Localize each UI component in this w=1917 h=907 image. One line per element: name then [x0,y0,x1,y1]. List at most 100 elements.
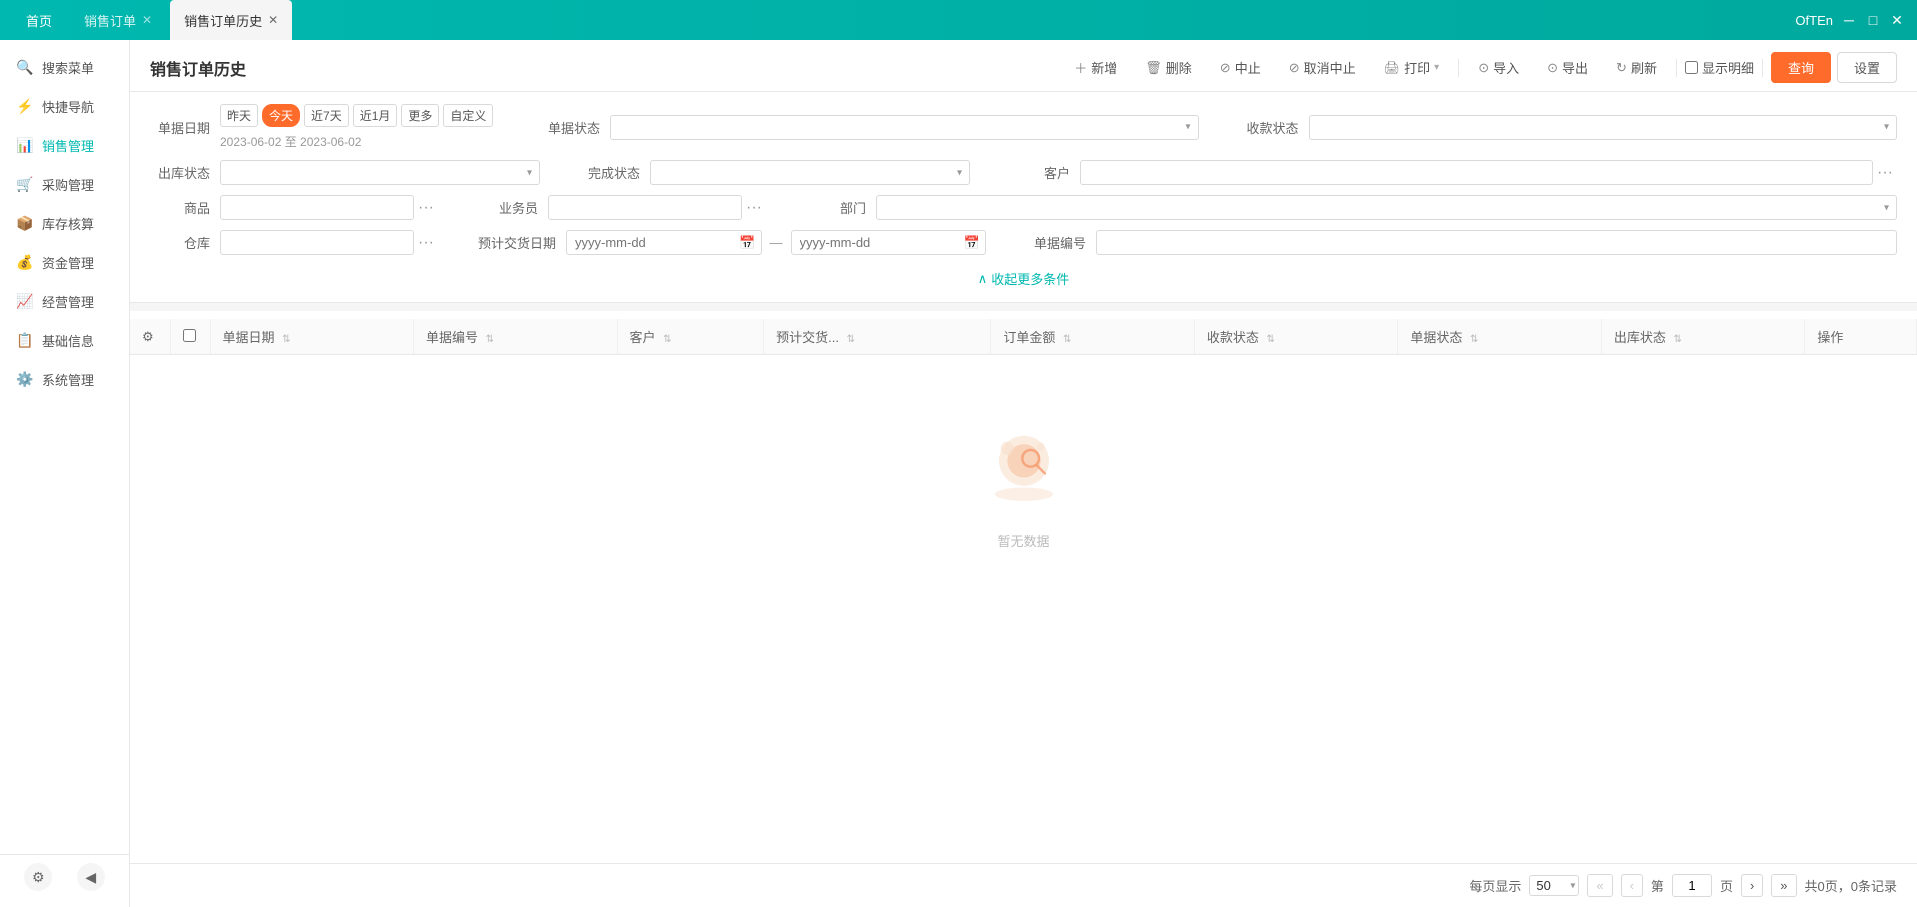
warehouse-dots-btn[interactable]: ··· [414,234,438,252]
tab-sales-order-label: 销售订单 [84,11,136,30]
page-size-select[interactable]: 50 10 20 100 [1529,875,1579,896]
col-operation: 操作 [1805,319,1917,355]
close-button[interactable]: ✕ [1889,12,1905,28]
stop-icon: ⊘ [1220,60,1231,76]
sidebar: 🔍 搜索菜单 ⚡ 快捷导航 📊 销售管理 🛒 采购管理 📦 库存核算 💰 资金管… [0,40,130,907]
data-table: ⚙ 单据日期 ⇅ 单据编号 ⇅ 客户 [130,319,1917,355]
col-order-status-label: 单据状态 [1410,330,1462,345]
query-button[interactable]: 查询 [1771,52,1831,83]
toolbar-divider-3 [1762,59,1763,77]
print-arrow: ▾ [1434,62,1439,73]
col-customer-label: 客户 [630,330,656,345]
quick-nav-icon: ⚡ [16,98,34,116]
collapse-label: 收起更多条件 [991,269,1069,288]
sort-expected-delivery-icon: ⇅ [847,334,855,345]
import-icon: ⊙ [1478,60,1489,76]
col-checkbox[interactable] [170,319,210,355]
sidebar-item-quick-nav[interactable]: ⚡ 快捷导航 [0,87,129,126]
col-order-no[interactable]: 单据编号 ⇅ [414,319,618,355]
col-payment-status[interactable]: 收款状态 ⇅ [1194,319,1398,355]
display-detail-checkbox[interactable] [1685,61,1698,74]
sidebar-item-purchase-label: 采购管理 [42,175,94,194]
department-select[interactable] [876,195,1897,220]
toolbar-divider-2 [1676,59,1677,77]
sidebar-item-quick-nav-label: 快捷导航 [42,97,94,116]
order-status-select[interactable] [610,115,1199,140]
customer-input[interactable] [1080,160,1873,185]
sidebar-settings-btn[interactable]: ⚙ [24,863,52,891]
sidebar-item-sales[interactable]: 📊 销售管理 [0,126,129,165]
min-button[interactable]: ─ [1841,12,1857,28]
print-button[interactable]: 🖨 打印 ▾ [1373,53,1451,82]
tab-home[interactable]: 首页 [12,0,66,40]
delete-button[interactable]: 🗑 删除 [1134,53,1203,82]
delivery-date-to[interactable] [791,230,987,255]
sidebar-item-inventory[interactable]: 📦 库存核算 [0,204,129,243]
sidebar-item-operation[interactable]: 📈 经营管理 [0,282,129,321]
date-filter-label: 单据日期 [150,118,220,137]
col-amount[interactable]: 订单金额 ⇅ [991,319,1195,355]
date-yesterday-btn[interactable]: 昨天 [220,104,258,127]
sort-payment-status-icon: ⇅ [1266,334,1274,345]
tab-sales-order[interactable]: 销售订单 ✕ [70,0,166,40]
export-button[interactable]: ⊙ 导出 [1536,53,1599,82]
display-detail-check[interactable]: 显示明细 [1685,58,1754,77]
col-outbound-status[interactable]: 出库状态 ⇅ [1601,319,1805,355]
last-page-btn[interactable]: » [1771,874,1796,897]
sidebar-collapse-btn[interactable]: ◀ [77,863,105,891]
delivery-date-from[interactable] [566,230,762,255]
tab-sales-order-history[interactable]: 销售订单历史 ✕ [170,0,292,40]
tab-sales-order-history-close[interactable]: ✕ [268,13,278,27]
sidebar-search[interactable]: 🔍 搜索菜单 [0,48,129,87]
sidebar-item-system[interactable]: ⚙️ 系统管理 [0,360,129,399]
stop-button[interactable]: ⊘ 中止 [1209,53,1272,82]
payment-status-select[interactable] [1309,115,1898,140]
import-button[interactable]: ⊙ 导入 [1467,53,1530,82]
max-button[interactable]: □ [1865,12,1881,28]
total-text: 共0页，0条记录 [1805,876,1897,895]
date-today-btn[interactable]: 今天 [262,104,300,127]
tab-sales-order-close[interactable]: ✕ [142,13,152,27]
customer-dots-btn[interactable]: ··· [1873,164,1897,182]
finance-icon: 💰 [16,254,34,272]
collapse-row[interactable]: ∧ 收起更多条件 [150,265,1897,290]
refresh-button[interactable]: ↻ 刷新 [1605,53,1668,82]
sidebar-item-basic[interactable]: 📋 基础信息 [0,321,129,360]
col-expected-delivery[interactable]: 预计交货... ⇅ [764,319,991,355]
next-page-btn[interactable]: › [1741,874,1763,897]
filter-row-3: 商品 ··· 业务员 ··· 部门 ▾ [150,195,1897,220]
col-order-status[interactable]: 单据状态 ⇅ [1398,319,1602,355]
date-7days-btn[interactable]: 近7天 [304,104,349,127]
sidebar-item-purchase[interactable]: 🛒 采购管理 [0,165,129,204]
prev-page-btn[interactable]: ‹ [1621,874,1643,897]
page-label: 第 [1651,876,1664,895]
date-1month-btn[interactable]: 近1月 [353,104,398,127]
select-all-checkbox[interactable] [183,329,196,342]
col-expected-delivery-label: 预计交货... [776,330,839,345]
date-separator: — [766,235,787,250]
order-no-input[interactable] [1096,230,1897,255]
warehouse-input[interactable] [220,230,414,255]
outbound-status-select[interactable] [220,160,540,185]
first-page-btn[interactable]: « [1587,874,1612,897]
date-more-btn[interactable]: 更多 [401,104,439,127]
col-customer[interactable]: 客户 ⇅ [617,319,764,355]
export-icon: ⊙ [1547,60,1558,76]
cancel-stop-button[interactable]: ⊘ 取消中止 [1278,53,1367,82]
sidebar-bottom: ⚙ ◀ [0,854,129,899]
product-dots-btn[interactable]: ··· [414,199,438,217]
setting-button[interactable]: 设置 [1837,52,1897,83]
page-input[interactable] [1672,874,1712,897]
sidebar-item-finance[interactable]: 💰 资金管理 [0,243,129,282]
date-custom-btn[interactable]: 自定义 [443,104,493,127]
col-settings[interactable]: ⚙ [130,319,170,355]
complete-status-select[interactable] [650,160,970,185]
new-button[interactable]: ＋ 新增 [1063,53,1128,82]
salesperson-input[interactable] [548,195,742,220]
table-wrapper: ⚙ 单据日期 ⇅ 单据编号 ⇅ 客户 [130,311,1917,907]
toolbar: ＋ 新增 🗑 删除 ⊘ 中止 ⊘ 取消中止 🖨 打印 [1063,52,1897,83]
product-input[interactable] [220,195,414,220]
col-date[interactable]: 单据日期 ⇅ [210,319,414,355]
salesperson-dots-btn[interactable]: ··· [742,199,766,217]
import-label: 导入 [1493,58,1519,77]
